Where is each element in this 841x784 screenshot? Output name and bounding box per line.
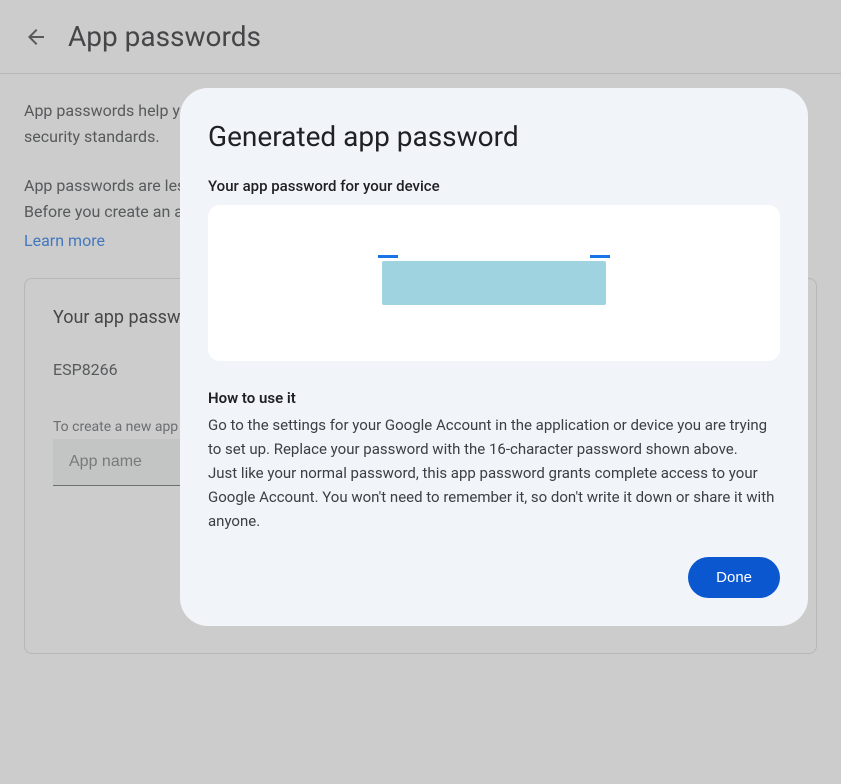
password-redacted[interactable] [382,261,606,305]
how-to-use-text-1: Go to the settings for your Google Accou… [208,413,780,461]
password-display-box [208,205,780,361]
how-to-use-text-2: Just like your normal password, this app… [208,461,780,533]
generated-password-modal: Generated app password Your app password… [180,88,808,626]
done-button[interactable]: Done [688,557,780,598]
how-to-use-title: How to use it [208,389,780,407]
modal-title: Generated app password [208,120,780,153]
modal-footer: Done [208,557,780,598]
selection-handle-tl [378,255,398,258]
selection-handle-tr [590,255,610,258]
modal-subtitle: Your app password for your device [208,177,780,195]
